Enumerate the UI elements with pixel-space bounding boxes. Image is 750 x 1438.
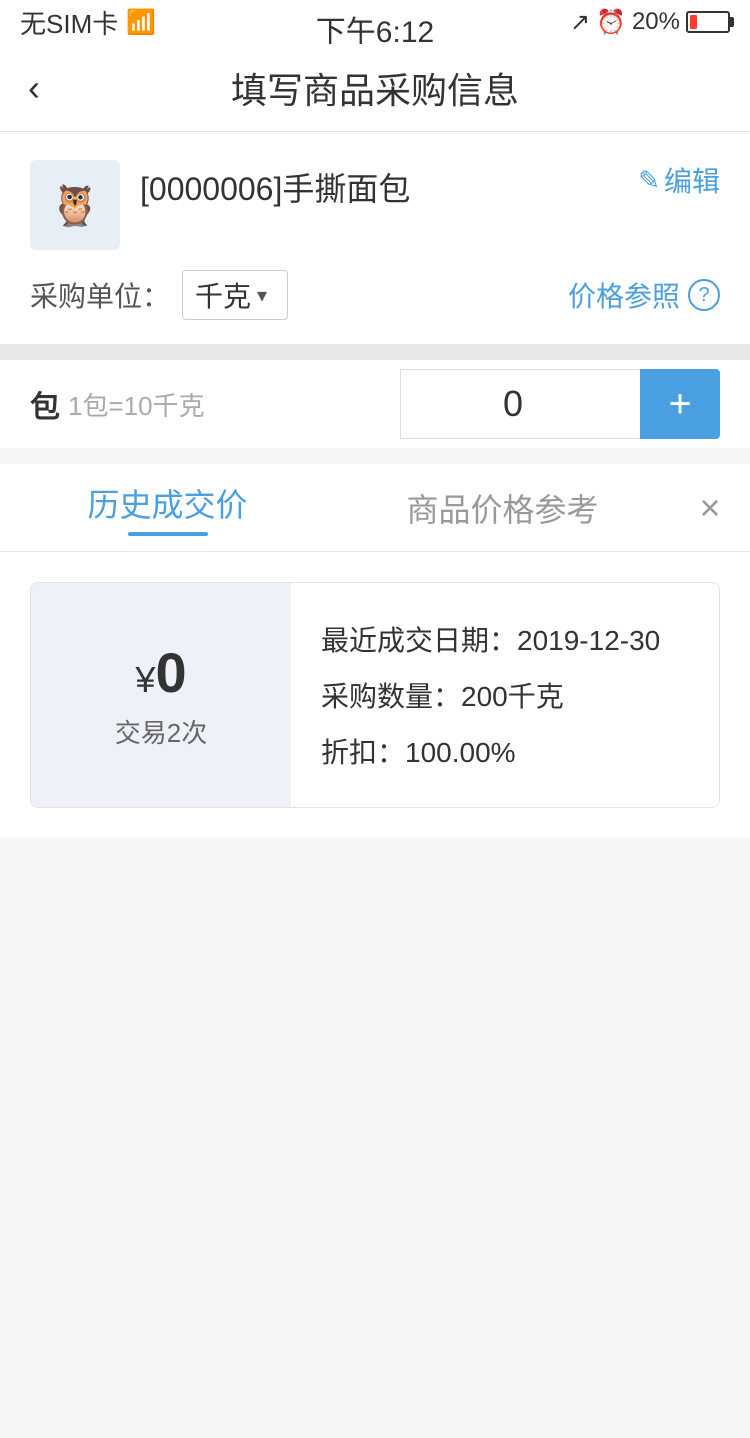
quantity-hint: 1包=10千克 [68, 386, 205, 423]
qty-value: 200千克 [461, 681, 564, 712]
direction-icon: ↗ [570, 8, 590, 37]
unit-left: 采购单位： 千克 ▾ [30, 270, 288, 320]
tab1-label: 历史成交价 [87, 480, 247, 526]
battery-icon [686, 11, 730, 33]
page-title: 填写商品采购信息 [231, 62, 519, 114]
chevron-down-icon: ▾ [257, 283, 267, 308]
tab-history-price[interactable]: 历史成交价 [0, 464, 335, 551]
section-divider [0, 344, 750, 360]
status-bar: 无SIM卡 📶 下午6:12 ↗ ⏰ 20% [0, 0, 750, 44]
quantity-plus-button[interactable]: + [640, 369, 720, 439]
footer-area [0, 838, 750, 1438]
product-header: 🦉 [0000006]手撕面包 ✎ 编辑 [30, 160, 720, 250]
date-label: 最近成交日期： [321, 625, 517, 656]
status-left: 无SIM卡 📶 [20, 4, 156, 41]
question-icon: ? [688, 279, 720, 311]
card-qty-row: 采购数量：200千克 [321, 675, 689, 715]
product-thumbnail: 🦉 [30, 160, 120, 250]
card-discount-row: 折扣：100.00% [321, 731, 689, 771]
edit-button[interactable]: ✎ 编辑 [638, 160, 720, 200]
battery-pct: 20% [632, 8, 680, 36]
price-ref-label: 价格参照 [568, 275, 680, 315]
tabs-header: 历史成交价 商品价格参考 × [0, 464, 750, 552]
quantity-input-group: + [400, 369, 720, 439]
status-right: ↗ ⏰ 20% [570, 8, 730, 37]
price-card: ¥0 交易2次 最近成交日期：2019-12-30 采购数量：200千克 折扣：… [30, 582, 720, 808]
carrier-text: 无SIM卡 [20, 4, 118, 41]
product-left: 🦉 [0000006]手撕面包 [30, 160, 410, 250]
tabs-section: 历史成交价 商品价格参考 × ¥0 交易2次 最近成交日期：2019-12-30… [0, 464, 750, 838]
wifi-icon: 📶 [126, 8, 156, 37]
card-date-row: 最近成交日期：2019-12-30 [321, 619, 689, 659]
unit-prefix-label: 采购单位： [30, 275, 170, 315]
qty-label: 采购数量： [321, 681, 461, 712]
tabs-close-button[interactable]: × [670, 487, 750, 529]
price-symbol: ¥ [135, 659, 155, 700]
tab2-label: 商品价格参考 [406, 485, 598, 531]
card-trades: 交易2次 [115, 713, 207, 750]
product-section: 🦉 [0000006]手撕面包 ✎ 编辑 采购单位： 千克 ▾ 价格参照 ? [0, 132, 750, 344]
edit-icon: ✎ [638, 165, 660, 196]
card-right: 最近成交日期：2019-12-30 采购数量：200千克 折扣：100.00% [291, 583, 719, 807]
discount-label: 折扣： [321, 737, 405, 768]
quantity-unit: 包 [30, 382, 60, 426]
quantity-input[interactable] [400, 369, 640, 439]
card-price: ¥0 [135, 640, 186, 705]
unit-select-dropdown[interactable]: 千克 ▾ [182, 270, 288, 320]
discount-value: 100.00% [405, 737, 516, 768]
quantity-section: 包 1包=10千克 + [0, 360, 750, 448]
nav-bar: ‹ 填写商品采购信息 [0, 44, 750, 132]
product-unit-row: 采购单位： 千克 ▾ 价格参照 ? [30, 270, 720, 320]
back-button[interactable]: ‹ [28, 67, 40, 109]
price-ref-button[interactable]: 价格参照 ? [568, 275, 720, 315]
date-value: 2019-12-30 [517, 625, 660, 656]
product-image-icon: 🦉 [50, 182, 100, 229]
price-value: 0 [155, 641, 186, 704]
product-name: [0000006]手撕面包 [140, 160, 410, 210]
tab-active-indicator [128, 532, 208, 536]
card-left: ¥0 交易2次 [31, 583, 291, 807]
card-area: ¥0 交易2次 最近成交日期：2019-12-30 采购数量：200千克 折扣：… [0, 552, 750, 838]
unit-select-value: 千克 [195, 275, 251, 315]
alarm-icon: ⏰ [596, 8, 626, 37]
quantity-label: 包 1包=10千克 [30, 382, 205, 426]
tab-product-price-ref[interactable]: 商品价格参考 [335, 464, 670, 551]
plus-icon: + [668, 382, 691, 427]
edit-label: 编辑 [664, 160, 720, 200]
